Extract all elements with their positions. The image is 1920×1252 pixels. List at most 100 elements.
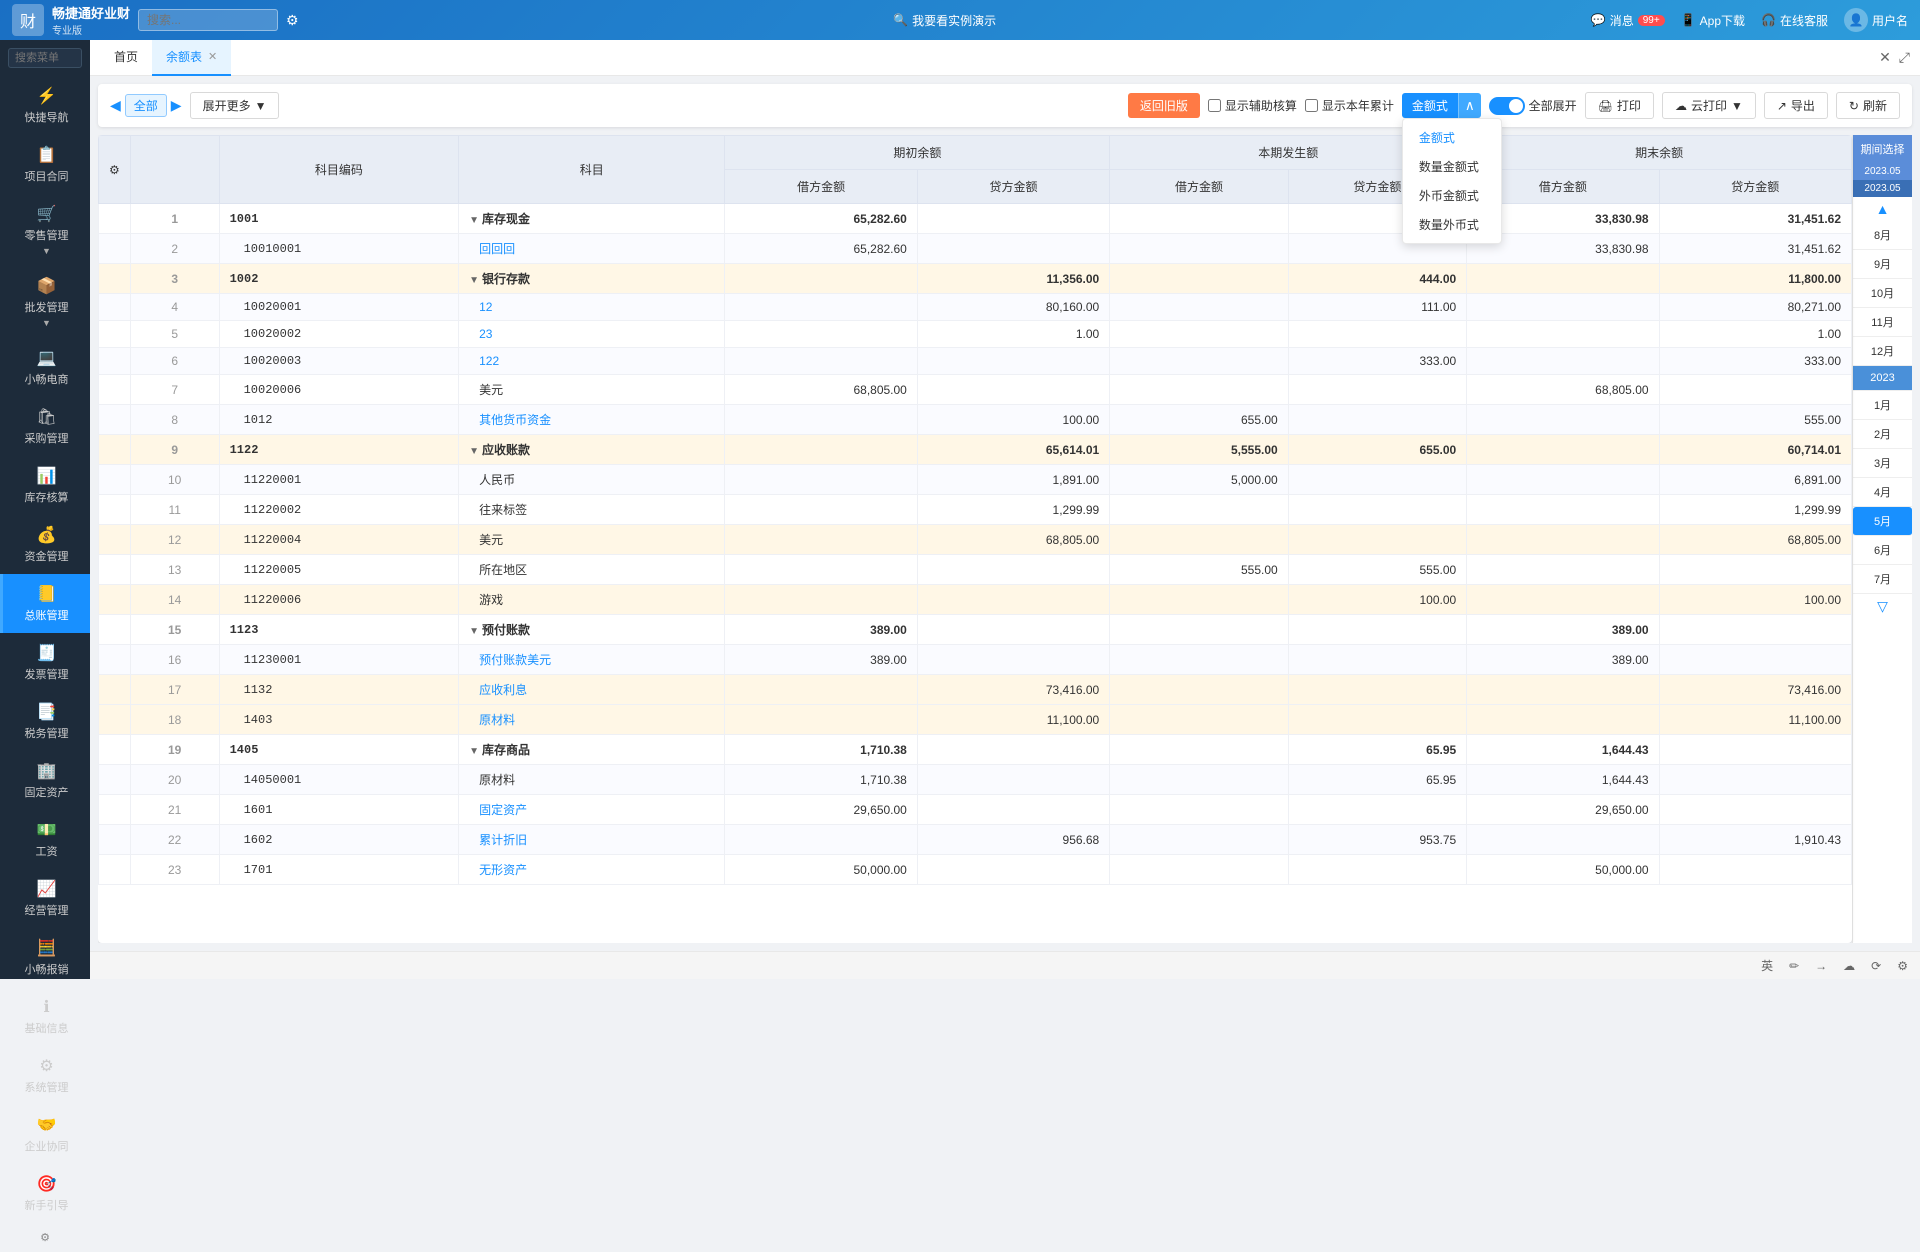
- sidebar-item-payroll[interactable]: 💵 工资: [0, 810, 90, 869]
- cloud-print-icon: ☁: [1675, 99, 1687, 113]
- year-2023[interactable]: 2023: [1853, 366, 1912, 391]
- tab-balance[interactable]: 余额表 ✕: [152, 40, 231, 76]
- month-8[interactable]: 8月: [1853, 221, 1912, 250]
- print-btn[interactable]: 🖨 打印: [1585, 92, 1654, 119]
- dropdown-arrow-btn[interactable]: ∧: [1458, 93, 1481, 118]
- month-3[interactable]: 3月: [1853, 449, 1912, 478]
- sidebar-search-input[interactable]: [8, 48, 82, 68]
- demo-link-text[interactable]: 🔍 我要看实例演示: [893, 12, 996, 29]
- tab-close-all-btn[interactable]: ✕: [1879, 49, 1891, 66]
- sidebar-item-invoice[interactable]: 🧾 发票管理: [0, 633, 90, 692]
- sidebar-item-enterprise[interactable]: 🤝 企业协同: [0, 1105, 90, 1164]
- month-12[interactable]: 12月: [1853, 337, 1912, 366]
- message-btn[interactable]: 💬 消息 99+: [1591, 12, 1665, 29]
- tab-home[interactable]: 首页: [100, 40, 152, 76]
- export-btn[interactable]: ↗ 导出: [1764, 92, 1828, 119]
- settings-icon[interactable]: ⚙: [286, 12, 299, 29]
- cell-subject[interactable]: 23: [459, 321, 725, 348]
- system-icon: ⚙: [39, 1056, 53, 1076]
- chk-year-label[interactable]: 显示本年累计: [1305, 97, 1394, 114]
- cell-subject[interactable]: 12: [459, 294, 725, 321]
- expand-more-btn[interactable]: 展开更多 ▼: [190, 92, 280, 119]
- sidebar-item-purchase[interactable]: 🛍 采购管理: [0, 397, 90, 456]
- cell-open-credit: [917, 585, 1109, 615]
- cell-period-credit: [1288, 855, 1466, 885]
- sidebar-item-guide[interactable]: 🎯 新手引导: [0, 1164, 90, 1223]
- sidebar-item-system[interactable]: ⚙ 系统管理: [0, 1046, 90, 1105]
- cell-subject[interactable]: 无形资产: [459, 855, 725, 885]
- month-11[interactable]: 11月: [1853, 308, 1912, 337]
- sidebar-item-capital[interactable]: 💰 资金管理: [0, 515, 90, 574]
- th-close-credit: 贷方金额: [1659, 170, 1851, 204]
- cell-subject[interactable]: 预付账款美元: [459, 645, 725, 675]
- cell-code: 10020002: [219, 321, 458, 348]
- sidebar-settings-btn[interactable]: ⚙: [0, 1223, 90, 1252]
- sidebar-item-inventory[interactable]: 📊 库存核算: [0, 456, 90, 515]
- cell-open-debit: [725, 675, 917, 705]
- period-down-btn[interactable]: ▽: [1853, 594, 1912, 619]
- month-5[interactable]: 5月: [1853, 507, 1912, 536]
- cell-subject[interactable]: 应收利息: [459, 675, 725, 705]
- dropdown-option-4[interactable]: 数量外币式: [1403, 210, 1501, 239]
- toggle-expand[interactable]: 全部展开: [1489, 97, 1577, 115]
- filter-forward-icon[interactable]: ▶: [171, 97, 182, 114]
- tab-maximize-btn[interactable]: ⤢: [1899, 49, 1910, 66]
- user-avatar[interactable]: 👤 用户名: [1844, 8, 1908, 32]
- sidebar-item-tax[interactable]: 📑 税务管理: [0, 692, 90, 751]
- cell-subject[interactable]: 固定资产: [459, 795, 725, 825]
- app-download-btn[interactable]: 📱 App下载: [1681, 12, 1745, 29]
- cell-subject[interactable]: 122: [459, 348, 725, 375]
- refresh-btn[interactable]: ↻ 刷新: [1836, 92, 1900, 119]
- cell-subject: ▼库存现金: [459, 204, 725, 234]
- cell-open-debit: [725, 264, 917, 294]
- sidebar-item-wholesale[interactable]: 📦 批发管理 ▼: [0, 266, 90, 338]
- cell-subject[interactable]: 原材料: [459, 705, 725, 735]
- cell-subject[interactable]: 其他货币资金: [459, 405, 725, 435]
- filter-tag-all[interactable]: 全部: [125, 94, 167, 117]
- sidebar-item-retail[interactable]: 🛒 零售管理 ▼: [0, 194, 90, 266]
- month-1[interactable]: 1月: [1853, 391, 1912, 420]
- cell-settings: [99, 705, 131, 735]
- dropdown-option-1[interactable]: 金额式: [1403, 123, 1501, 152]
- chk-year[interactable]: [1305, 99, 1318, 112]
- toggle-switch-control[interactable]: [1489, 97, 1525, 115]
- cell-num: 16: [130, 645, 219, 675]
- sidebar-item-ecommerce[interactable]: 💻 小畅电商: [0, 338, 90, 397]
- cell-num: 8: [130, 405, 219, 435]
- dropdown-option-2[interactable]: 数量金额式: [1403, 152, 1501, 181]
- month-6[interactable]: 6月: [1853, 536, 1912, 565]
- month-9[interactable]: 9月: [1853, 250, 1912, 279]
- month-10[interactable]: 10月: [1853, 279, 1912, 308]
- tab-close-icon[interactable]: ✕: [208, 50, 217, 63]
- sidebar-item-operations[interactable]: 📈 经营管理: [0, 869, 90, 928]
- global-search[interactable]: [138, 9, 278, 31]
- filter-back-icon[interactable]: ◀: [110, 97, 121, 114]
- chk-auxiliary[interactable]: [1208, 99, 1221, 112]
- demo-link[interactable]: 🔍 我要看实例演示: [893, 12, 996, 29]
- month-4[interactable]: 4月: [1853, 478, 1912, 507]
- dropdown-main-btn[interactable]: 金额式: [1402, 93, 1458, 118]
- online-service-btn[interactable]: 🎧 在线客服: [1761, 12, 1828, 29]
- sidebar-item-quick-nav[interactable]: ⚡ 快捷导航: [0, 76, 90, 135]
- dropdown-option-3[interactable]: 外币金额式: [1403, 181, 1501, 210]
- cell-subject[interactable]: 回回回: [459, 234, 725, 264]
- sidebar-item-project[interactable]: 📋 项目合同: [0, 135, 90, 194]
- month-7[interactable]: 7月: [1853, 565, 1912, 594]
- cell-open-credit: 68,805.00: [917, 525, 1109, 555]
- cell-open-credit: 1,299.99: [917, 495, 1109, 525]
- status-settings-icon[interactable]: ⚙: [1897, 959, 1908, 973]
- sidebar-item-ledger[interactable]: 📒 总账管理: [0, 574, 90, 633]
- back-old-btn[interactable]: 返回旧版: [1128, 93, 1200, 118]
- period-up-btn[interactable]: ▲: [1853, 197, 1912, 221]
- chk-auxiliary-label[interactable]: 显示辅助核算: [1208, 97, 1297, 114]
- sidebar-item-sales[interactable]: 🧮 小畅报销: [0, 928, 90, 987]
- th-settings[interactable]: ⚙: [99, 136, 131, 204]
- month-2[interactable]: 2月: [1853, 420, 1912, 449]
- cloud-print-btn[interactable]: ☁ 云打印 ▼: [1662, 92, 1756, 119]
- cell-period-credit: [1288, 675, 1466, 705]
- cell-subject[interactable]: 累计折旧: [459, 825, 725, 855]
- cell-settings: [99, 465, 131, 495]
- sidebar-item-basic[interactable]: ℹ 基础信息: [0, 987, 90, 1046]
- status-lang-icon[interactable]: 英: [1761, 957, 1773, 974]
- sidebar-item-assets[interactable]: 🏢 固定资产: [0, 751, 90, 810]
